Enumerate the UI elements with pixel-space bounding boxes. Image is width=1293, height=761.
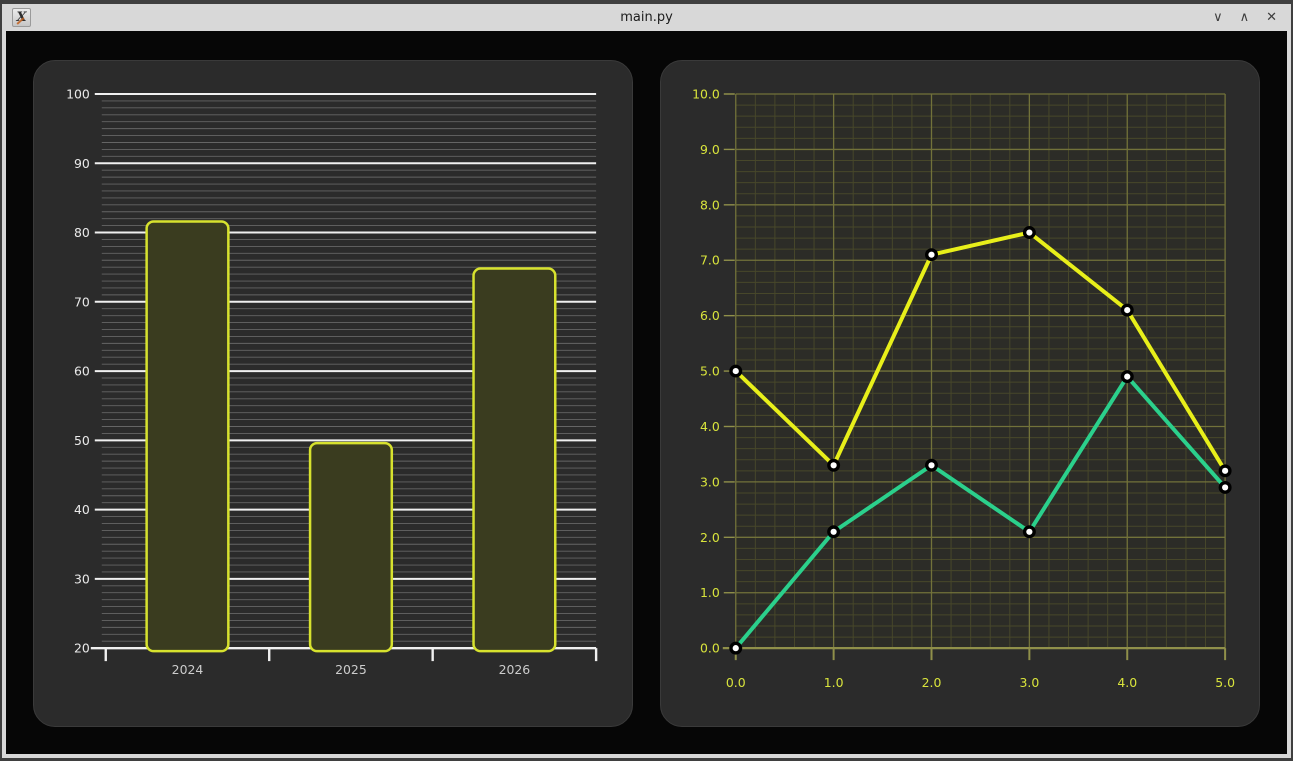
yellow-series-marker bbox=[827, 458, 841, 472]
bar-2025 bbox=[308, 441, 394, 653]
y-tick-label: 1.0 bbox=[700, 585, 720, 600]
y-tick-label: 70 bbox=[74, 294, 90, 309]
y-tick-label: 5.0 bbox=[700, 364, 720, 379]
yellow-series-marker bbox=[925, 248, 938, 262]
window-content: 20 30 40 50 60 70 80 90 100 2024 2025 2026 0.0 1.0 2.… bbox=[6, 31, 1287, 754]
x-category-label: 2024 bbox=[172, 662, 204, 677]
y-tick-label: 60 bbox=[74, 364, 90, 379]
y-tick-label: 100 bbox=[66, 86, 90, 101]
window-controls: ∨ ∧ ✕ bbox=[1211, 4, 1279, 31]
x-tick-label: 5.0 bbox=[1215, 675, 1235, 690]
y-tick-label: 50 bbox=[74, 433, 90, 448]
window-title: main.py bbox=[620, 10, 673, 25]
y-tick-label: 3.0 bbox=[700, 474, 720, 489]
yellow-series-marker bbox=[1022, 226, 1036, 240]
line-chart-svg: 0.0 1.0 2.0 3.0 4.0 5.0 0.0 1.0 2.0 3.0 4.0 5.0 6.0 7… bbox=[692, 86, 1235, 690]
y-tick-label: 80 bbox=[74, 225, 90, 240]
teal-series-marker bbox=[925, 458, 938, 472]
x-category-label: 2025 bbox=[335, 662, 367, 677]
teal-series-marker bbox=[1120, 370, 1134, 384]
y-tick-label: 2.0 bbox=[700, 530, 720, 545]
y-tick-label: 6.0 bbox=[700, 308, 720, 323]
teal-series-marker bbox=[1022, 525, 1036, 539]
y-tick-label: 30 bbox=[74, 571, 90, 586]
y-tick-label: 7.0 bbox=[700, 253, 720, 268]
yellow-series-marker bbox=[729, 364, 743, 378]
y-tick-label: 90 bbox=[74, 156, 90, 171]
teal-series-marker bbox=[1218, 480, 1232, 494]
x-tick-label: 0.0 bbox=[726, 675, 746, 690]
x11-logo-icon: X bbox=[16, 10, 27, 25]
bar-2026 bbox=[472, 267, 557, 653]
x-tick-label: 3.0 bbox=[1019, 675, 1039, 690]
app-icon[interactable]: X bbox=[12, 8, 31, 27]
y-tick-label: 8.0 bbox=[700, 197, 720, 212]
close-icon[interactable]: ✕ bbox=[1264, 4, 1279, 31]
x-tick-label: 4.0 bbox=[1117, 675, 1137, 690]
x-tick-label: 2.0 bbox=[922, 675, 942, 690]
minimize-icon[interactable]: ∨ bbox=[1211, 4, 1225, 31]
bar-chart-panel: 20 30 40 50 60 70 80 90 100 2024 2025 2026 bbox=[33, 60, 633, 727]
titlebar: X main.py ∨ ∧ ✕ bbox=[6, 4, 1287, 31]
bar-2024 bbox=[145, 220, 230, 653]
y-tick-label: 10.0 bbox=[692, 86, 720, 101]
app-window: X main.py ∨ ∧ ✕ 20 30 40 50 60 70 80 90 100 2024 2… bbox=[2, 4, 1291, 758]
line-chart-panel: 0.0 1.0 2.0 3.0 4.0 5.0 0.0 1.0 2.0 3.0 4.0 5.0 6.0 7… bbox=[660, 60, 1260, 727]
y-tick-label: 40 bbox=[74, 502, 90, 517]
teal-series-marker bbox=[827, 525, 841, 539]
maximize-icon[interactable]: ∧ bbox=[1238, 4, 1252, 31]
yellow-series-marker bbox=[1120, 303, 1134, 317]
y-tick-label: 9.0 bbox=[700, 142, 720, 157]
x-tick-label: 1.0 bbox=[824, 675, 844, 690]
x-category-label: 2026 bbox=[499, 662, 531, 677]
teal-series-marker bbox=[729, 641, 743, 655]
y-tick-label: 20 bbox=[74, 641, 90, 656]
bar-chart-svg: 20 30 40 50 60 70 80 90 100 2024 2025 2026 bbox=[66, 86, 598, 677]
y-tick-label: 4.0 bbox=[700, 419, 720, 434]
yellow-series-marker bbox=[1218, 464, 1232, 478]
y-tick-label: 0.0 bbox=[700, 641, 720, 656]
